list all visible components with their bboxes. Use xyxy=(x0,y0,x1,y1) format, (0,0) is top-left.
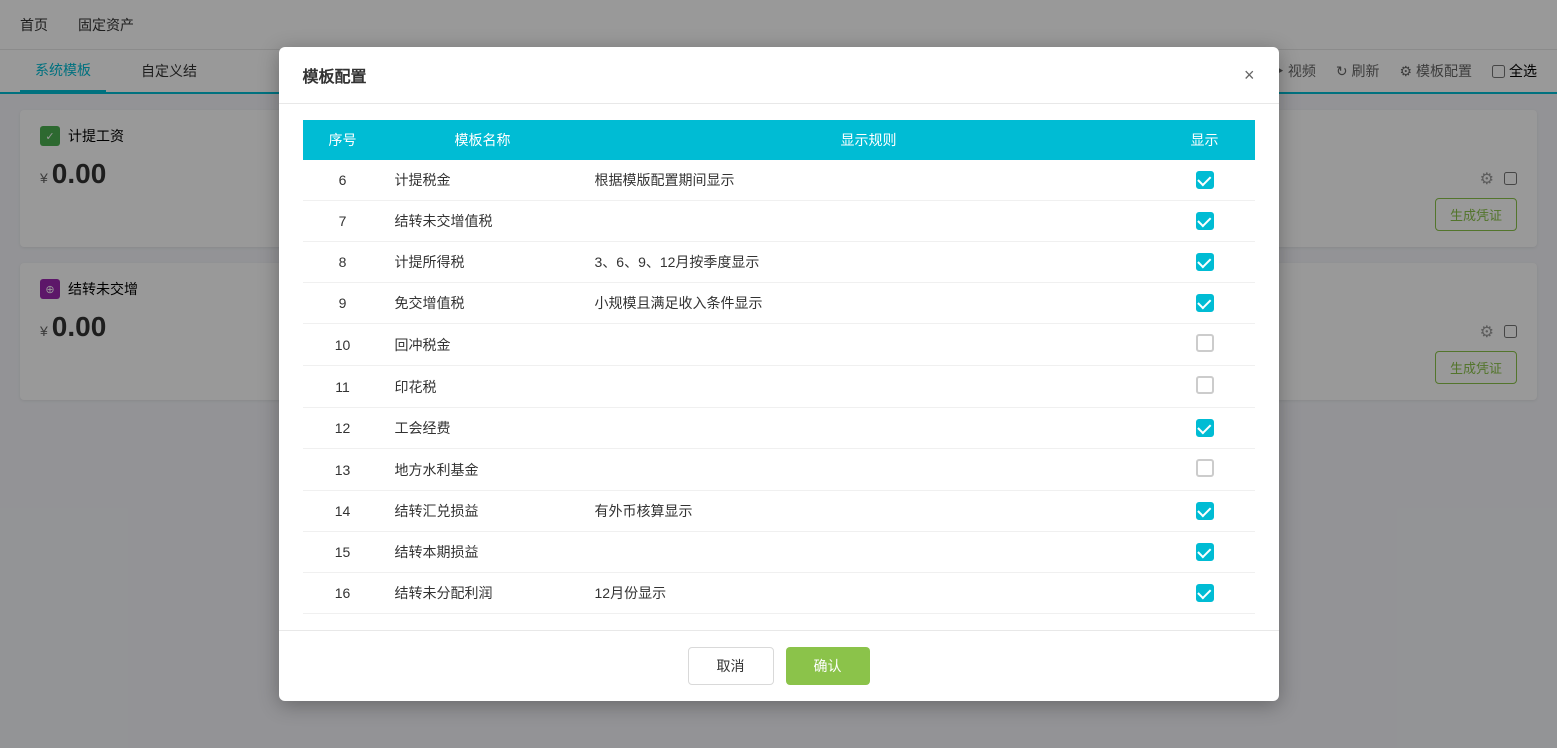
table-header-row: 序号 模板名称 显示规则 显示 xyxy=(303,120,1255,160)
cell-rule xyxy=(583,408,1155,449)
show-checkbox[interactable] xyxy=(1196,376,1214,394)
show-checkbox[interactable] xyxy=(1196,543,1214,561)
table-row: 6计提税金根据模版配置期间显示 xyxy=(303,160,1255,201)
col-header-name: 模板名称 xyxy=(383,120,583,160)
table-row: 7结转未交增值税 xyxy=(303,201,1255,242)
table-row: 8计提所得税3、6、9、12月按季度显示 xyxy=(303,242,1255,283)
cell-name: 计提所得税 xyxy=(383,242,583,283)
show-checkbox[interactable] xyxy=(1196,253,1214,271)
cell-no: 12 xyxy=(303,408,383,449)
cell-name: 结转汇兑损益 xyxy=(383,491,583,532)
config-table: 序号 模板名称 显示规则 显示 6计提税金根据模版配置期间显示7结转未交增值税8… xyxy=(303,120,1255,614)
cell-no: 11 xyxy=(303,366,383,408)
show-checkbox[interactable] xyxy=(1196,419,1214,437)
cell-show xyxy=(1155,573,1255,614)
cell-rule: 有外币核算显示 xyxy=(583,491,1155,532)
cell-no: 10 xyxy=(303,324,383,366)
table-row: 9免交增值税小规模且满足收入条件显示 xyxy=(303,283,1255,324)
show-checkbox[interactable] xyxy=(1196,334,1214,352)
modal-overlay: 模板配置 × 序号 模板名称 显示规则 显示 6计提税金根据模版配置期间显示7结… xyxy=(0,0,1557,748)
cell-no: 6 xyxy=(303,160,383,201)
table-row: 14结转汇兑损益有外币核算显示 xyxy=(303,491,1255,532)
col-header-rule: 显示规则 xyxy=(583,120,1155,160)
cell-name: 地方水利基金 xyxy=(383,449,583,491)
cell-show xyxy=(1155,160,1255,201)
cell-show xyxy=(1155,532,1255,573)
show-checkbox[interactable] xyxy=(1196,171,1214,189)
cell-no: 15 xyxy=(303,532,383,573)
modal-close-button[interactable]: × xyxy=(1244,66,1255,84)
cell-no: 13 xyxy=(303,449,383,491)
cell-show xyxy=(1155,491,1255,532)
col-header-no: 序号 xyxy=(303,120,383,160)
table-row: 11印花税 xyxy=(303,366,1255,408)
cell-rule: 3、6、9、12月按季度显示 xyxy=(583,242,1155,283)
cell-rule: 根据模版配置期间显示 xyxy=(583,160,1155,201)
cell-name: 免交增值税 xyxy=(383,283,583,324)
cell-name: 工会经费 xyxy=(383,408,583,449)
cancel-button[interactable]: 取消 xyxy=(688,647,774,685)
show-checkbox[interactable] xyxy=(1196,584,1214,602)
show-checkbox[interactable] xyxy=(1196,459,1214,477)
cell-show xyxy=(1155,449,1255,491)
modal-body: 序号 模板名称 显示规则 显示 6计提税金根据模版配置期间显示7结转未交增值税8… xyxy=(279,104,1279,630)
cell-show xyxy=(1155,408,1255,449)
cell-rule xyxy=(583,532,1155,573)
cell-no: 14 xyxy=(303,491,383,532)
show-checkbox[interactable] xyxy=(1196,294,1214,312)
col-header-show: 显示 xyxy=(1155,120,1255,160)
cell-rule xyxy=(583,201,1155,242)
modal-footer: 取消 确认 xyxy=(279,630,1279,701)
cell-rule: 12月份显示 xyxy=(583,573,1155,614)
table-row: 10回冲税金 xyxy=(303,324,1255,366)
confirm-button[interactable]: 确认 xyxy=(786,647,870,685)
cell-name: 结转未交增值税 xyxy=(383,201,583,242)
cell-no: 16 xyxy=(303,573,383,614)
cell-name: 结转本期损益 xyxy=(383,532,583,573)
template-config-modal: 模板配置 × 序号 模板名称 显示规则 显示 6计提税金根据模版配置期间显示7结… xyxy=(279,47,1279,701)
table-row: 13地方水利基金 xyxy=(303,449,1255,491)
cell-name: 印花税 xyxy=(383,366,583,408)
cell-show xyxy=(1155,366,1255,408)
cell-no: 9 xyxy=(303,283,383,324)
table-row: 15结转本期损益 xyxy=(303,532,1255,573)
show-checkbox[interactable] xyxy=(1196,502,1214,520)
cell-show xyxy=(1155,242,1255,283)
cell-name: 结转未分配利润 xyxy=(383,573,583,614)
table-row: 12工会经费 xyxy=(303,408,1255,449)
cell-rule: 小规模且满足收入条件显示 xyxy=(583,283,1155,324)
modal-header: 模板配置 × xyxy=(279,47,1279,104)
show-checkbox[interactable] xyxy=(1196,212,1214,230)
cell-show xyxy=(1155,283,1255,324)
table-row: 16结转未分配利润12月份显示 xyxy=(303,573,1255,614)
cell-show xyxy=(1155,201,1255,242)
cell-rule xyxy=(583,449,1155,491)
modal-title: 模板配置 xyxy=(303,63,367,87)
cell-name: 回冲税金 xyxy=(383,324,583,366)
cell-no: 7 xyxy=(303,201,383,242)
cell-no: 8 xyxy=(303,242,383,283)
cell-rule xyxy=(583,366,1155,408)
cell-show xyxy=(1155,324,1255,366)
cell-name: 计提税金 xyxy=(383,160,583,201)
cell-rule xyxy=(583,324,1155,366)
